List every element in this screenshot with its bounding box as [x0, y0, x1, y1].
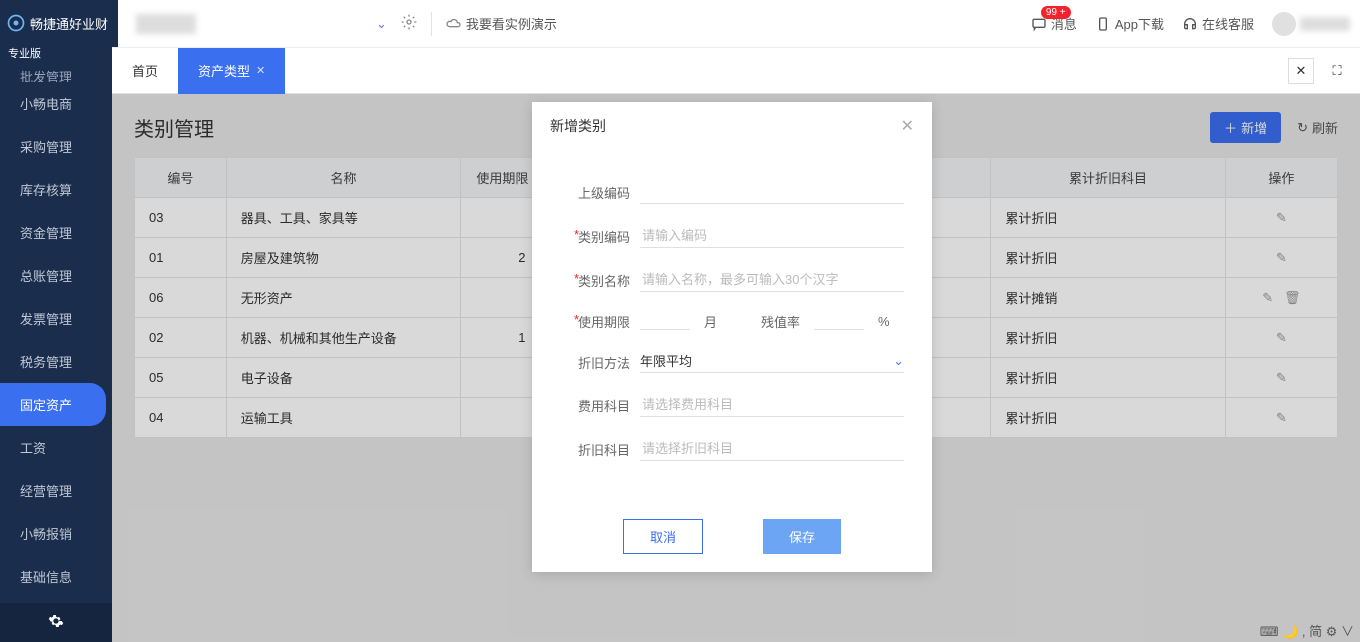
sidebar-item[interactable]: 税务管理 — [0, 340, 112, 383]
label-code: *类别编码 — [560, 227, 640, 246]
app-download-button[interactable]: App下载 — [1095, 14, 1164, 33]
label-expense-account: 费用科目 — [560, 396, 640, 415]
label-depr-account: 折旧科目 — [560, 440, 640, 459]
edit-icon[interactable]: ✎ — [1276, 250, 1287, 265]
tab-close-icon[interactable]: ✕ — [256, 64, 265, 77]
username-blurred — [1300, 17, 1350, 31]
modal-close-icon[interactable]: ✕ — [901, 116, 914, 136]
user-avatar — [1272, 12, 1296, 36]
sidebar-item[interactable]: 工资 — [0, 426, 112, 469]
settings-gear-icon[interactable] — [401, 14, 417, 33]
th-name: 名称 — [226, 158, 460, 198]
divider — [431, 12, 432, 36]
label-name: *类别名称 — [560, 271, 640, 290]
add-button[interactable]: ＋ 新增 — [1210, 112, 1281, 143]
page-title: 类别管理 — [134, 113, 214, 142]
save-button[interactable]: 保存 — [763, 519, 841, 554]
app-header: 畅捷通好业财 ⌄ 我要看实例演示 99 + 消息 App下载 在线客服 — [0, 0, 1360, 48]
label-period: *使用期限 — [560, 312, 640, 331]
label-method: 折旧方法 — [560, 353, 640, 372]
input-name[interactable] — [640, 268, 904, 292]
tab-close-all-icon[interactable]: ✕ — [1288, 58, 1314, 84]
edition-label: 专业版 — [0, 42, 112, 64]
tab-asset-type[interactable]: 资产类型 ✕ — [178, 48, 285, 94]
messages-badge: 99 + — [1041, 6, 1071, 19]
input-expense-account[interactable] — [640, 393, 904, 417]
edit-icon[interactable]: ✎ — [1276, 330, 1287, 345]
company-selector[interactable] — [132, 14, 196, 34]
refresh-button[interactable]: ↻ 刷新 — [1297, 118, 1338, 137]
chevron-down-icon[interactable]: ⌄ — [376, 16, 387, 32]
brand-logo: 畅捷通好业财 — [0, 0, 118, 47]
edit-icon[interactable]: ✎ — [1262, 290, 1273, 305]
messages-button[interactable]: 99 + 消息 — [1031, 14, 1077, 33]
select-method[interactable]: 年限平均 ⌄ — [640, 351, 904, 373]
cloud-icon — [446, 16, 462, 32]
demo-link[interactable]: 我要看实例演示 — [446, 14, 557, 33]
user-menu[interactable] — [1272, 12, 1350, 36]
tab-home[interactable]: 首页 — [112, 48, 178, 94]
sidebar-item[interactable]: 采购管理 — [0, 125, 112, 168]
label-parent-code: 上级编码 — [560, 183, 640, 202]
sidebar-item[interactable]: 基础信息 — [0, 555, 112, 598]
sidebar-item[interactable]: 经营管理 — [0, 469, 112, 512]
sidebar-item[interactable]: 小畅报销 — [0, 512, 112, 555]
delete-icon[interactable]: 🗑 — [1284, 290, 1301, 305]
label-residual: 残值率 — [761, 312, 800, 331]
input-residual[interactable] — [814, 314, 864, 330]
add-category-modal: 新增类别 ✕ 上级编码 *类别编码 *类别名称 *使用期限 — [532, 102, 932, 572]
headset-icon — [1182, 16, 1198, 32]
modal-title: 新增类别 — [550, 116, 606, 136]
sidebar-item-partial[interactable]: 批发管理 — [0, 64, 112, 82]
chevron-down-icon: ⌄ — [893, 353, 904, 369]
demo-text: 我要看实例演示 — [466, 14, 557, 33]
brand-text: 畅捷通好业财 — [30, 14, 108, 33]
main-area: 首页 资产类型 ✕ ✕ ⛶ 类别管理 ＋ 新增 ↻ 刷新 编号 — [112, 48, 1360, 642]
th-ops: 操作 — [1225, 158, 1337, 198]
ime-bar[interactable]: ⌨ 🌙 , 简 ⚙ ∨ — [1260, 621, 1354, 640]
th-depr: 累计折旧科目 — [991, 158, 1225, 198]
company-name-blurred — [136, 14, 196, 34]
edit-icon[interactable]: ✎ — [1276, 210, 1287, 225]
sidebar-item[interactable]: 发票管理 — [0, 297, 112, 340]
edit-icon[interactable]: ✎ — [1276, 370, 1287, 385]
fullscreen-icon[interactable]: ⛶ — [1324, 58, 1350, 84]
cancel-button[interactable]: 取消 — [623, 519, 703, 554]
sidebar-settings-icon[interactable] — [0, 603, 112, 642]
sidebar: 专业版 批发管理 小畅电商采购管理库存核算资金管理总账管理发票管理税务管理固定资… — [0, 48, 112, 642]
tabs-bar: 首页 资产类型 ✕ ✕ ⛶ — [112, 48, 1360, 94]
input-period[interactable] — [640, 314, 690, 330]
customer-service-button[interactable]: 在线客服 — [1182, 14, 1254, 33]
sidebar-item[interactable]: 库存核算 — [0, 168, 112, 211]
input-code[interactable] — [640, 224, 904, 248]
header-actions: 99 + 消息 App下载 在线客服 — [1031, 12, 1350, 36]
input-parent-code[interactable] — [640, 180, 904, 204]
sidebar-item[interactable]: 小畅电商 — [0, 82, 112, 125]
unit-percent: % — [878, 314, 890, 329]
phone-icon — [1095, 16, 1111, 32]
sidebar-item[interactable]: 资金管理 — [0, 211, 112, 254]
th-code: 编号 — [135, 158, 227, 198]
logo-icon — [6, 13, 26, 33]
edit-icon[interactable]: ✎ — [1276, 410, 1287, 425]
input-depr-account[interactable] — [640, 437, 904, 461]
sidebar-item[interactable]: 总账管理 — [0, 254, 112, 297]
sidebar-item[interactable]: 固定资产 — [0, 383, 106, 426]
unit-month: 月 — [704, 312, 717, 331]
